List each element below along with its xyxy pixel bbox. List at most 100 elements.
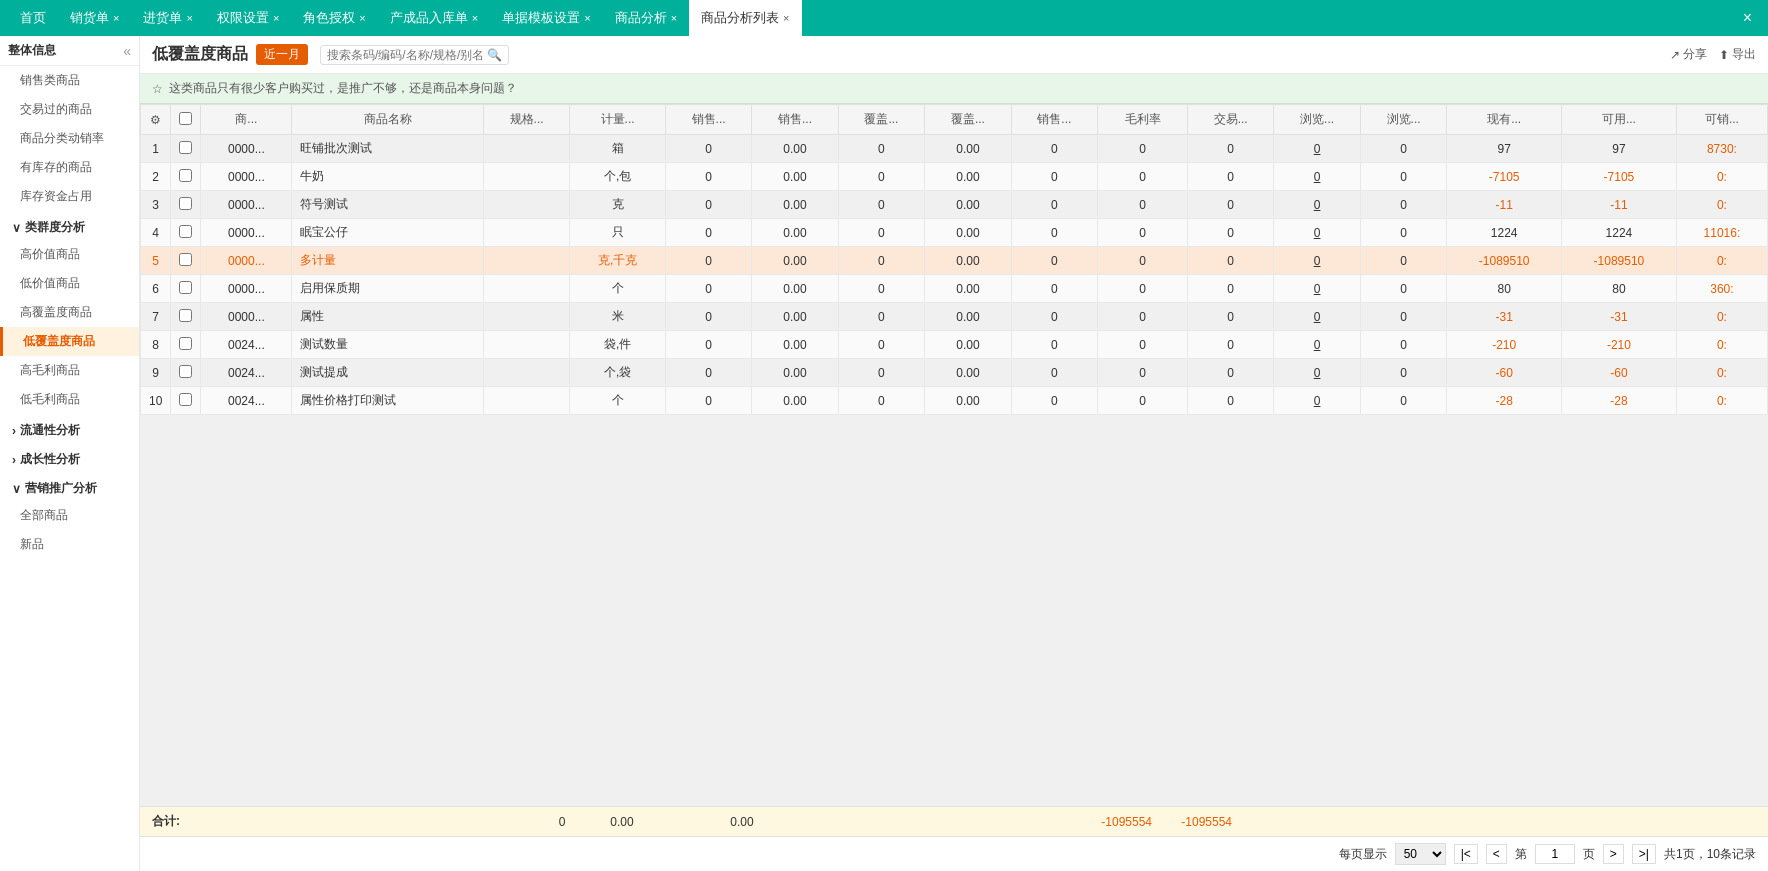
close-icon[interactable]: × <box>584 0 590 36</box>
cell-browse1[interactable]: 0 <box>1274 303 1360 331</box>
search-input[interactable] <box>327 48 487 62</box>
sidebar-item-low-profit[interactable]: 低毛利商品 <box>0 385 139 414</box>
nav-product-analysis[interactable]: 商品分析 × <box>603 0 689 36</box>
sidebar-group-growth[interactable]: › 成长性分析 <box>0 443 139 472</box>
cell-browse2: 0 <box>1360 331 1446 359</box>
cell-no: 4 <box>141 219 171 247</box>
cell-browse1[interactable]: 0 <box>1274 331 1360 359</box>
cell-cover1: 0 <box>838 163 924 191</box>
data-table: ⚙ 商... 商品名称 规格... 计量... 销售... 销售... 覆盖..… <box>140 104 1768 415</box>
cell-browse1[interactable]: 0 <box>1274 219 1360 247</box>
cell-spec <box>483 331 569 359</box>
share-button[interactable]: ↗ 分享 <box>1670 46 1707 63</box>
cell-checkbox[interactable] <box>171 275 201 303</box>
nav-roles[interactable]: 角色授权 × <box>291 0 377 36</box>
cell-no: 7 <box>141 303 171 331</box>
cell-sales-qty: 0 <box>665 303 751 331</box>
cell-checkbox[interactable] <box>171 247 201 275</box>
sidebar-item-high-profit[interactable]: 高毛利商品 <box>0 356 139 385</box>
close-icon[interactable]: × <box>186 0 192 36</box>
cell-sales3: 0 <box>1011 275 1097 303</box>
nav-sales-order[interactable]: 销货单 × <box>58 0 131 36</box>
nav-product-analysis-list[interactable]: 商品分析列表 × <box>689 0 801 36</box>
sidebar-item-sales-goods[interactable]: 销售类商品 <box>0 66 139 95</box>
nav-purchase-order[interactable]: 进货单 × <box>131 0 204 36</box>
close-icon[interactable]: × <box>359 0 365 36</box>
sidebar-item-low-coverage[interactable]: 低覆盖度商品 <box>0 327 139 356</box>
cell-browse1[interactable]: 0 <box>1274 275 1360 303</box>
nav-permissions[interactable]: 权限设置 × <box>205 0 291 36</box>
nav-template-settings[interactable]: 单据模板设置 × <box>490 0 602 36</box>
nav-product-entry[interactable]: 产成品入库单 × <box>378 0 490 36</box>
cell-browse1[interactable]: 0 <box>1274 359 1360 387</box>
table-wrapper: ⚙ 商... 商品名称 规格... 计量... 销售... 销售... 覆盖..… <box>140 104 1768 806</box>
sidebar-item-low-value[interactable]: 低价值商品 <box>0 269 139 298</box>
sidebar-collapse-icon[interactable]: « <box>123 43 131 59</box>
cell-checkbox[interactable] <box>171 163 201 191</box>
cell-trade: 0 <box>1187 219 1273 247</box>
sidebar-item-in-stock[interactable]: 有库存的商品 <box>0 153 139 182</box>
search-icon[interactable]: 🔍 <box>487 48 502 62</box>
close-icon[interactable]: × <box>273 0 279 36</box>
window-close-button[interactable]: × <box>1735 9 1760 27</box>
cell-checkbox[interactable] <box>171 219 201 247</box>
cell-browse2: 0 <box>1360 135 1446 163</box>
sidebar-item-all-goods[interactable]: 全部商品 <box>0 501 139 530</box>
cell-available: -28 <box>1562 387 1677 415</box>
cell-spec <box>483 135 569 163</box>
prev-page-button[interactable]: < <box>1486 844 1507 864</box>
cell-available: -7105 <box>1562 163 1677 191</box>
cell-browse1[interactable]: 0 <box>1274 387 1360 415</box>
cell-checkbox[interactable] <box>171 191 201 219</box>
cell-cover2: 0.00 <box>925 387 1011 415</box>
cell-browse1[interactable]: 0 <box>1274 135 1360 163</box>
cell-sales-qty: 0 <box>665 163 751 191</box>
cell-browse1[interactable]: 0 <box>1274 191 1360 219</box>
cell-gross: 0 <box>1098 387 1188 415</box>
cell-checkbox[interactable] <box>171 303 201 331</box>
cell-no: 1 <box>141 135 171 163</box>
sidebar-item-high-coverage[interactable]: 高覆盖度商品 <box>0 298 139 327</box>
cell-trade: 0 <box>1187 135 1273 163</box>
nav-home[interactable]: 首页 <box>8 0 58 36</box>
sidebar-group-circulation[interactable]: › 流通性分析 <box>0 414 139 443</box>
page-number-input[interactable] <box>1535 844 1575 864</box>
sidebar-item-category-rate[interactable]: 商品分类动销率 <box>0 124 139 153</box>
cell-sales3: 0 <box>1011 135 1097 163</box>
export-button[interactable]: ⬆ 导出 <box>1719 46 1756 63</box>
cell-sales-qty: 0 <box>665 331 751 359</box>
sidebar-item-inventory-funds[interactable]: 库存资金占用 <box>0 182 139 211</box>
col-settings[interactable]: ⚙ <box>141 105 171 135</box>
per-page-select[interactable]: 50 100 200 <box>1395 843 1446 865</box>
cell-checkbox[interactable] <box>171 135 201 163</box>
cell-browse1[interactable]: 0 <box>1274 163 1360 191</box>
cell-current: 1224 <box>1447 219 1562 247</box>
sidebar-group-marketing[interactable]: ∨ 营销推广分析 <box>0 472 139 501</box>
time-filter-button[interactable]: 近一月 <box>256 44 308 65</box>
cell-gross: 0 <box>1098 331 1188 359</box>
cell-checkbox[interactable] <box>171 359 201 387</box>
sidebar-item-new-goods[interactable]: 新品 <box>0 530 139 559</box>
close-icon[interactable]: × <box>671 0 677 36</box>
cell-sales-amt: 0.00 <box>752 387 838 415</box>
cell-browse2: 0 <box>1360 247 1446 275</box>
cell-name: 测试数量 <box>292 331 484 359</box>
sidebar-item-high-value[interactable]: 高价值商品 <box>0 240 139 269</box>
first-page-button[interactable]: |< <box>1454 844 1478 864</box>
cell-spec <box>483 191 569 219</box>
cell-checkbox[interactable] <box>171 331 201 359</box>
cell-browse1[interactable]: 0 <box>1274 247 1360 275</box>
cell-checkbox[interactable] <box>171 387 201 415</box>
sidebar-item-traded-goods[interactable]: 交易过的商品 <box>0 95 139 124</box>
chevron-right-icon: › <box>12 453 16 467</box>
close-icon[interactable]: × <box>113 0 119 36</box>
sidebar-group-class-analysis[interactable]: ∨ 类群度分析 <box>0 211 139 240</box>
next-page-button[interactable]: > <box>1603 844 1624 864</box>
col-checkbox[interactable] <box>171 105 201 135</box>
last-page-button[interactable]: >| <box>1632 844 1656 864</box>
close-icon[interactable]: × <box>783 0 789 36</box>
select-all-checkbox[interactable] <box>179 112 192 125</box>
cell-cover2: 0.00 <box>925 303 1011 331</box>
cell-no: 10 <box>141 387 171 415</box>
close-icon[interactable]: × <box>472 0 478 36</box>
